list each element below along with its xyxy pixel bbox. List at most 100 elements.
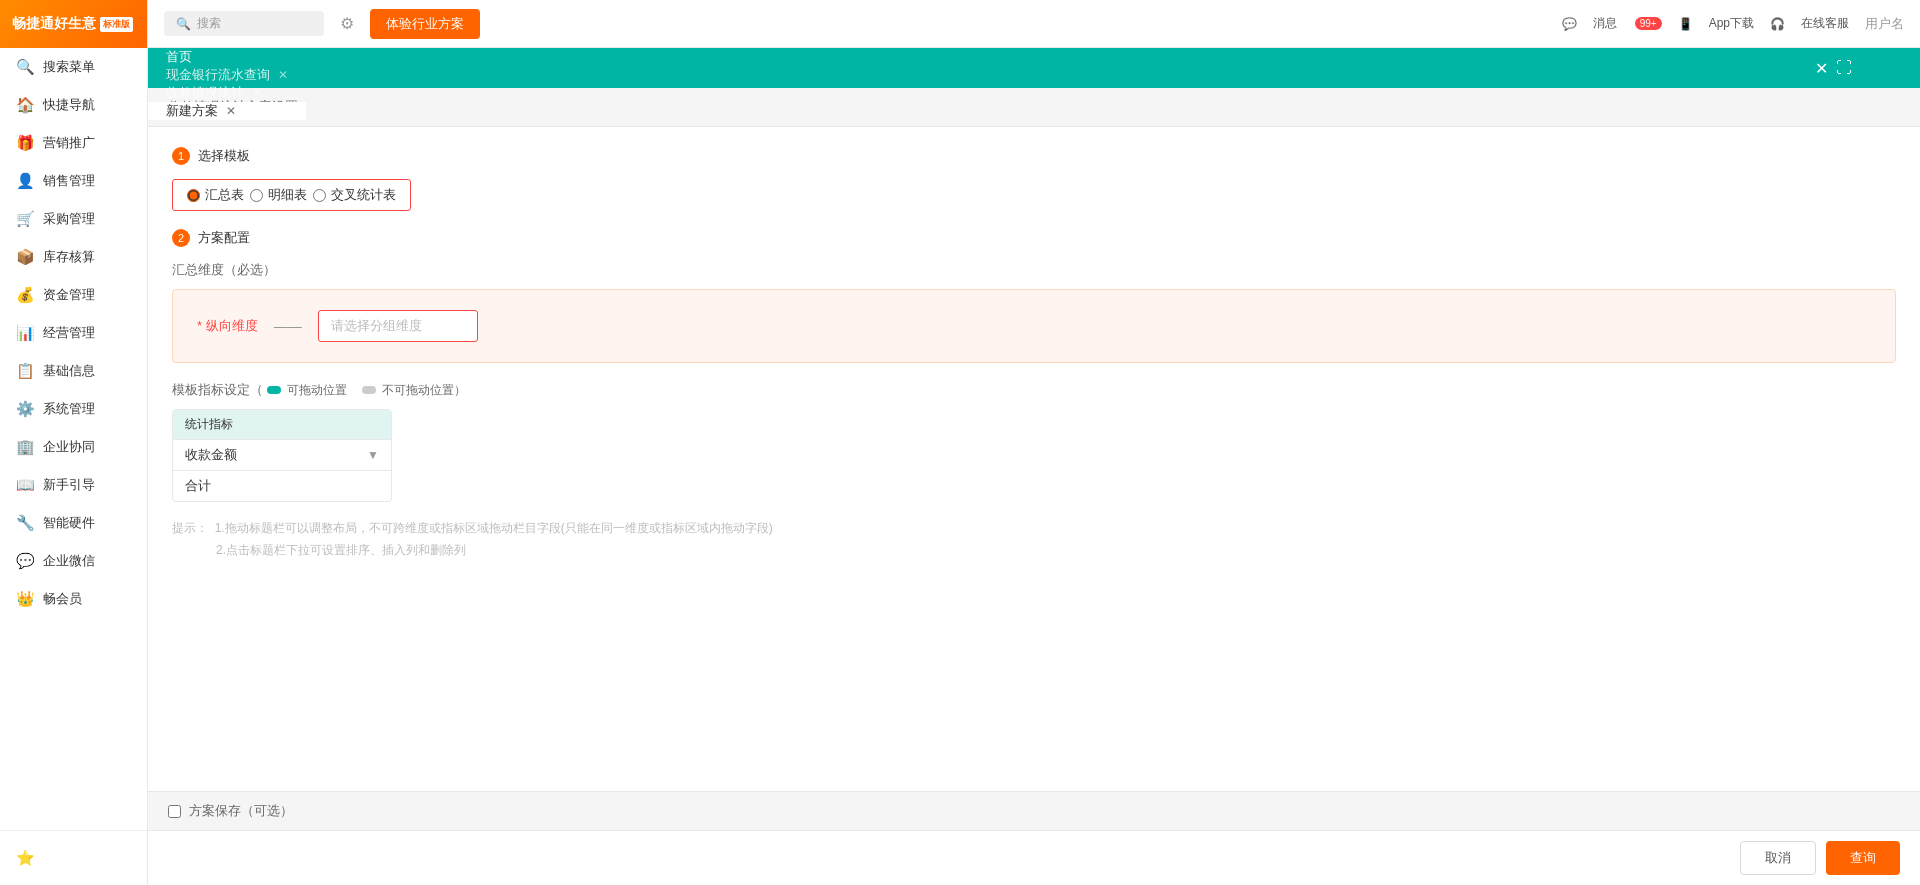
non-draggable-dot (362, 386, 376, 394)
sidebar-item-sales[interactable]: 👤 销售管理 (0, 162, 147, 200)
close-all-icon[interactable]: ✕ (1815, 59, 1828, 78)
marketing-icon: 🎁 (16, 134, 35, 152)
tab-close-bank[interactable]: ✕ (278, 68, 288, 82)
sidebar-item-inventory[interactable]: 📦 库存核算 (0, 238, 147, 276)
user-avatar: 用户名 (1865, 15, 1904, 33)
enterprise-icon: 🏢 (16, 438, 35, 456)
sidebar-item-quick-nav[interactable]: 🏠快捷导航 (0, 86, 147, 124)
message-badge: 99+ (1635, 17, 1662, 30)
tab-close-stats[interactable]: ✕ (252, 86, 262, 100)
logo-badge: 标准版 (100, 17, 133, 32)
basic-icon: 📋 (16, 362, 35, 380)
tab-new[interactable]: 新建方案 ✕ (148, 102, 306, 120)
sidebar-label-operation: 经营管理 (43, 324, 95, 342)
dropdown-icon[interactable]: ▼ (367, 448, 379, 462)
download-label[interactable]: App下载 (1709, 15, 1754, 32)
sidebar-label-search: 搜索菜单 (43, 58, 95, 76)
quick-nav-icon: 🏠 (16, 96, 35, 114)
tab-bar: 首页现金银行流水查询✕收款情况统计✕新建方案✕ ✕ ⛶ (148, 48, 1920, 88)
sidebar-item-purchase[interactable]: 🛒采购管理 (0, 200, 147, 238)
hint-1: 提示： 1.拖动标题栏可以调整布局，不可跨维度或指标区域拖动栏目字段(只能在同一… (172, 518, 1896, 540)
section2-title: 2 方案配置 (172, 229, 1896, 247)
section1-num: 1 (172, 147, 190, 165)
sidebar-item-search[interactable]: 🔍 搜索菜单 (0, 48, 147, 86)
sales-icon: 👤 (16, 172, 35, 190)
sidebar-label-wechat: 企业微信 (43, 552, 95, 570)
purchase-icon: 🛒 (16, 210, 35, 228)
metrics-item-label: 收款金额 (185, 446, 237, 464)
tab-label-home: 首页 (166, 48, 192, 66)
sidebar-label-enterprise: 企业协同 (43, 438, 95, 456)
tab-home[interactable]: 首页 (148, 48, 306, 66)
radio-summary-input[interactable] (187, 189, 200, 202)
metrics-box: 统计指标 收款金额 ▼ 合计 (172, 409, 392, 502)
tab-label-bank: 现金银行流水查询 (166, 66, 270, 84)
sidebar-item-basic[interactable]: 📋 基础信息 (0, 352, 147, 390)
footer-bar: 方案保存（可选） (148, 791, 1920, 830)
query-button[interactable]: 查询 (1826, 841, 1900, 875)
sidebar-label-member: 畅会员 (43, 590, 82, 608)
cancel-button[interactable]: 取消 (1740, 841, 1816, 875)
tab-bank[interactable]: 现金银行流水查询 ✕ (148, 66, 306, 84)
template-selection-box: 汇总表 明细表 交叉统计表 (172, 179, 411, 211)
inventory-icon: 📦 (16, 248, 35, 266)
sidebar-item-member[interactable]: 👑畅会员 (0, 580, 147, 618)
save-checkbox[interactable] (168, 805, 181, 818)
expand-icon[interactable]: ⛶ (1836, 59, 1852, 77)
tab-label-new: 新建方案 (166, 102, 218, 120)
dimension-row: * 纵向维度 —— 请选择分组维度 (197, 310, 1871, 342)
section2-num: 2 (172, 229, 190, 247)
trial-button[interactable]: 体验行业方案 (370, 9, 480, 39)
sidebar-item-guide[interactable]: 📖新手引导 (0, 466, 147, 504)
settings-icon[interactable]: ⚙ (340, 14, 354, 33)
tab-stats[interactable]: 收款情况统计✕ (148, 84, 306, 102)
sidebar-label-hardware: 智能硬件 (43, 514, 95, 532)
hint-2: 2.点击标题栏下拉可设置排序、插入列和删除列 (172, 540, 1896, 562)
form-area: 1 选择模板 汇总表 明细表 交叉统计表 (148, 127, 1920, 791)
sidebar-bottom: ⭐ (0, 830, 147, 885)
logo-text: 畅捷通好生意 (12, 15, 96, 33)
dimension-select[interactable]: 请选择分组维度 (318, 310, 478, 342)
search-icon: 🔍 (16, 58, 35, 76)
radio-cross[interactable]: 交叉统计表 (313, 186, 396, 204)
radio-detail-input[interactable] (250, 189, 263, 202)
sidebar-label-sales: 销售管理 (43, 172, 95, 190)
tab-close-new[interactable]: ✕ (226, 104, 236, 118)
dimension-label: 汇总维度（必选） (172, 261, 1896, 279)
topbar-right: 💬 消息 99+ 📱 App下载 🎧 在线客服 用户名 (1562, 15, 1904, 33)
star-icon: ⭐ (16, 849, 35, 867)
section2: 2 方案配置 汇总维度（必选） * 纵向维度 —— 请选择分组维度 (172, 229, 1896, 561)
support-label[interactable]: 在线客服 (1801, 15, 1849, 32)
metrics-item-amount: 收款金额 ▼ (173, 440, 391, 470)
main-content: 🔍 搜索 ⚙ 体验行业方案 💬 消息 99+ 📱 App下载 🎧 在线客服 用户… (148, 0, 1920, 885)
message-label[interactable]: 消息 (1593, 15, 1617, 32)
sidebar-item-wechat[interactable]: 💬企业微信 (0, 542, 147, 580)
tabs-actions: ✕ ⛶ (1815, 48, 1860, 88)
sidebar-item-bottom1[interactable]: ⭐ (0, 839, 147, 877)
radio-detail[interactable]: 明细表 (250, 186, 307, 204)
sidebar: 畅捷通好生意 标准版 🔍 搜索菜单 🏠快捷导航🎁营销推广 👤 销售管理 🛒采购管理 📦 库存核… (0, 0, 148, 885)
sidebar-label-basic: 基础信息 (43, 362, 95, 380)
metrics-label-row: 模板指标设定（ 可拖动位置 不可拖动位置） (172, 381, 1896, 399)
tabs-list: 首页现金银行流水查询✕收款情况统计✕新建方案✕ (148, 48, 306, 88)
sidebar-label-inventory: 库存核算 (43, 248, 95, 266)
sidebar-item-operation[interactable]: 📊经营管理 (0, 314, 147, 352)
sidebar-item-hardware[interactable]: 🔧智能硬件 (0, 504, 147, 542)
radio-cross-input[interactable] (313, 189, 326, 202)
sidebar-item-finance[interactable]: 💰资金管理 (0, 276, 147, 314)
radio-summary[interactable]: 汇总表 (187, 186, 244, 204)
guide-icon: 📖 (16, 476, 35, 494)
search-icon: 🔍 (176, 17, 191, 31)
download-icon: 📱 (1678, 17, 1693, 31)
radio-group-template: 汇总表 明细表 交叉统计表 (187, 186, 396, 204)
message-icon: 💬 (1562, 17, 1577, 31)
search-placeholder: 搜索 (197, 15, 221, 32)
sidebar-item-marketing[interactable]: 🎁营销推广 (0, 124, 147, 162)
sidebar-item-system[interactable]: ⚙️系统管理 (0, 390, 147, 428)
page-content: 收款情况统计方案设置 1 选择模板 汇总表 明细表 (148, 88, 1920, 830)
sidebar-item-enterprise[interactable]: 🏢 企业协同 (0, 428, 147, 466)
search-bar[interactable]: 🔍 搜索 (164, 11, 324, 36)
vertical-dim-label: * 纵向维度 (197, 317, 258, 335)
save-label: 方案保存（可选） (189, 802, 293, 820)
sidebar-label-finance: 资金管理 (43, 286, 95, 304)
